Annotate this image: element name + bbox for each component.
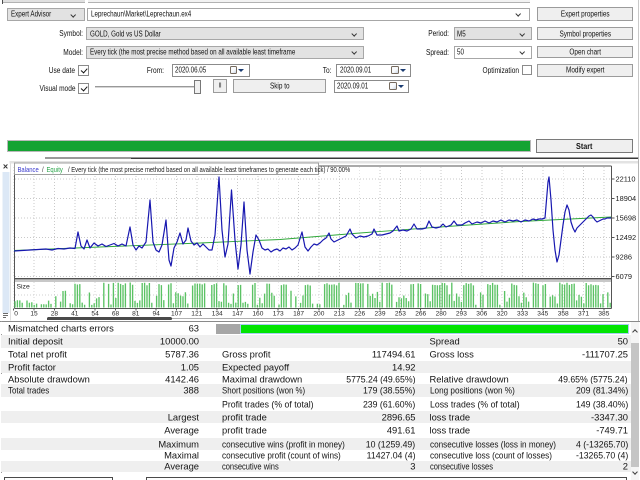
svg-text:371: 371 xyxy=(578,310,589,317)
svg-text:385: 385 xyxy=(598,310,609,317)
svg-text:280: 280 xyxy=(436,310,447,317)
svg-text:81: 81 xyxy=(132,310,140,317)
svg-text:/ Every tick (the most precise: / Every tick (the most precise method ba… xyxy=(68,167,350,175)
svg-text:306: 306 xyxy=(476,310,487,317)
svg-text:187: 187 xyxy=(293,310,304,317)
svg-text:358: 358 xyxy=(558,310,569,317)
svg-text:28: 28 xyxy=(51,310,59,317)
svg-text:/: / xyxy=(42,167,44,175)
svg-text:54: 54 xyxy=(91,310,99,317)
svg-text:Equity: Equity xyxy=(47,167,64,175)
svg-text:226: 226 xyxy=(354,310,365,317)
svg-text:147: 147 xyxy=(232,310,243,317)
svg-text:200: 200 xyxy=(313,310,324,317)
svg-text:213: 213 xyxy=(334,310,345,317)
svg-text:293: 293 xyxy=(456,310,467,317)
svg-text:22110: 22110 xyxy=(616,175,636,184)
svg-text:345: 345 xyxy=(537,310,548,317)
svg-text:173: 173 xyxy=(273,310,284,317)
svg-text:0: 0 xyxy=(14,310,18,317)
svg-text:18904: 18904 xyxy=(616,194,637,203)
svg-text:12492: 12492 xyxy=(616,233,637,242)
svg-text:6079: 6079 xyxy=(616,272,632,281)
svg-text:Balance: Balance xyxy=(17,167,39,175)
svg-text:134: 134 xyxy=(212,310,223,317)
svg-text:107: 107 xyxy=(171,310,182,317)
svg-text:121: 121 xyxy=(191,310,202,317)
svg-text:160: 160 xyxy=(252,310,263,317)
svg-text:×: × xyxy=(3,162,8,172)
svg-text:94: 94 xyxy=(153,310,161,317)
svg-text:41: 41 xyxy=(71,310,79,317)
svg-text:15698: 15698 xyxy=(616,214,637,223)
svg-text:68: 68 xyxy=(112,310,120,317)
svg-text:253: 253 xyxy=(395,310,406,317)
svg-text:15: 15 xyxy=(30,310,38,317)
svg-text:266: 266 xyxy=(415,310,426,317)
svg-text:333: 333 xyxy=(517,310,528,317)
svg-text:239: 239 xyxy=(374,310,385,317)
svg-text:320: 320 xyxy=(497,310,508,317)
svg-text:Size: Size xyxy=(17,284,30,291)
svg-text:9286: 9286 xyxy=(616,253,632,262)
